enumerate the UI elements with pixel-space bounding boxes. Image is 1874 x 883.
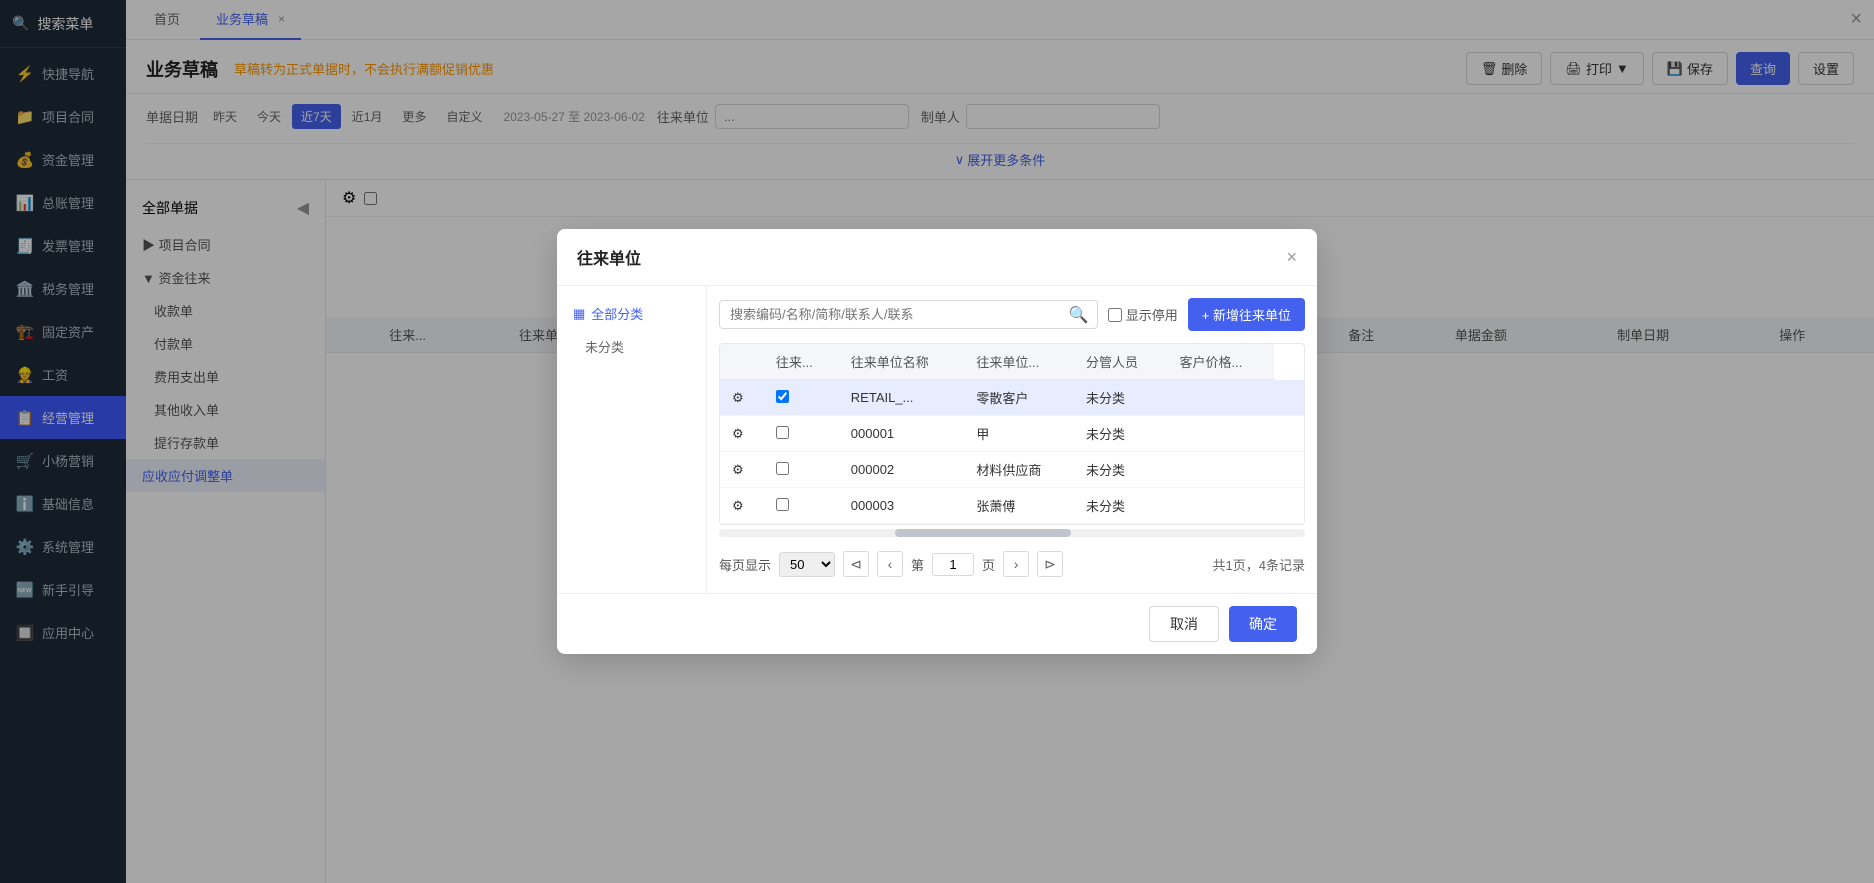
row-category: 未分类 (1074, 380, 1168, 416)
row-price-level (1274, 488, 1304, 524)
dialog-footer: 取消 确定 (557, 593, 1317, 654)
row-settings: ⚙ (720, 380, 764, 416)
last-page-button[interactable]: ⊳ (1037, 551, 1063, 577)
row-category: 未分类 (1074, 488, 1168, 524)
dialog-tree: ▦ 全部分类 未分类 (557, 286, 707, 593)
grid-icon: ▦ (573, 306, 585, 322)
row-settings: ⚙ (720, 416, 764, 452)
row-price-level (1274, 452, 1304, 488)
prev-page-button[interactable]: ‹ (877, 551, 903, 577)
dialog-table-header-cell[interactable]: 往来单位名称 (839, 344, 965, 380)
page-label: 第 (911, 555, 924, 574)
page-total: 共1页，4条记录 (1213, 555, 1305, 574)
dialog: 往来单位 × ▦ 全部分类 未分类 🔍 (557, 229, 1317, 654)
dialog-table-row[interactable]: ⚙ 000002 材料供应商 未分类 (720, 452, 1304, 488)
dialog-body: ▦ 全部分类 未分类 🔍 显示停用 (557, 286, 1317, 593)
show-disabled-label: 显示停用 (1126, 305, 1178, 324)
row-manager (1168, 452, 1275, 488)
current-page-input[interactable] (932, 553, 974, 576)
modal-overlay: 往来单位 × ▦ 全部分类 未分类 🔍 (0, 0, 1874, 883)
dialog-scroll[interactable] (719, 529, 1305, 537)
row-name: 材料供应商 (964, 452, 1074, 488)
row-price-level (1274, 416, 1304, 452)
dialog-table: 往来...往来单位名称往来单位...分管人员客户价格... ⚙ RETAIL_.… (719, 343, 1305, 525)
dialog-table-header-cell[interactable]: 分管人员 (1074, 344, 1168, 380)
dialog-search-input[interactable] (720, 301, 1061, 328)
dialog-table-header-cell[interactable]: 客户价格... (1168, 344, 1275, 380)
dialog-tree-uncategorized-label: 未分类 (585, 340, 624, 355)
row-manager (1168, 416, 1275, 452)
dialog-tree-item-uncategorized[interactable]: 未分类 (557, 331, 706, 362)
show-disabled-toggle[interactable]: 显示停用 (1108, 305, 1178, 324)
dialog-table-header-cell[interactable] (720, 344, 764, 380)
row-name: 甲 (964, 416, 1074, 452)
row-name: 张萧傅 (964, 488, 1074, 524)
dialog-content: 🔍 显示停用 + 新增往来单位 往来...往来单位名称往来单位...分管人员客户… (707, 286, 1317, 593)
dialog-header: 往来单位 × (557, 229, 1317, 286)
per-page-label: 每页显示 (719, 555, 771, 574)
row-name: 零散客户 (964, 380, 1074, 416)
confirm-button[interactable]: 确定 (1229, 606, 1297, 642)
row-manager (1168, 380, 1275, 416)
add-partner-button[interactable]: + 新增往来单位 (1188, 298, 1305, 331)
dialog-title: 往来单位 (577, 245, 641, 269)
row-checkbox[interactable] (764, 380, 839, 416)
row-checkbox[interactable] (764, 416, 839, 452)
dialog-pagination: 每页显示 50 20 100 ⊲ ‹ 第 页 › ⊳ 共1页，4条记录 (719, 541, 1305, 581)
dialog-table-row[interactable]: ⚙ 000003 张萧傅 未分类 (720, 488, 1304, 524)
cancel-button[interactable]: 取消 (1149, 606, 1219, 642)
dialog-search-row: 🔍 显示停用 + 新增往来单位 (719, 298, 1305, 331)
dialog-table-row[interactable]: ⚙ RETAIL_... 零散客户 未分类 (720, 380, 1304, 416)
per-page-select[interactable]: 50 20 100 (779, 552, 835, 577)
dialog-table-header-cell[interactable]: 往来单位... (964, 344, 1074, 380)
page-suffix: 页 (982, 555, 995, 574)
row-checkbox[interactable] (764, 452, 839, 488)
row-category: 未分类 (1074, 452, 1168, 488)
next-page-button[interactable]: › (1003, 551, 1029, 577)
dialog-scroll-thumb (895, 529, 1071, 537)
dialog-table-row[interactable]: ⚙ 000001 甲 未分类 (720, 416, 1304, 452)
dialog-tree-all-label: 全部分类 (591, 304, 643, 323)
first-page-button[interactable]: ⊲ (843, 551, 869, 577)
dialog-search: 🔍 (719, 300, 1098, 329)
dialog-search-icon[interactable]: 🔍 (1061, 305, 1097, 325)
row-settings: ⚙ (720, 452, 764, 488)
row-settings: ⚙ (720, 488, 764, 524)
dialog-table-header-cell[interactable]: 往来... (764, 344, 839, 380)
row-code: 000001 (839, 416, 965, 452)
row-checkbox[interactable] (764, 488, 839, 524)
row-code: 000003 (839, 488, 965, 524)
dialog-close-icon[interactable]: × (1286, 247, 1297, 268)
row-price-level (1274, 380, 1304, 416)
row-code: RETAIL_... (839, 380, 965, 416)
dialog-table-header-row: 往来...往来单位名称往来单位...分管人员客户价格... (720, 344, 1304, 380)
dialog-tree-item-all[interactable]: ▦ 全部分类 (557, 296, 706, 331)
row-category: 未分类 (1074, 416, 1168, 452)
row-manager (1168, 488, 1275, 524)
row-code: 000002 (839, 452, 965, 488)
add-partner-label: + 新增往来单位 (1202, 305, 1291, 324)
show-disabled-checkbox[interactable] (1108, 308, 1122, 322)
